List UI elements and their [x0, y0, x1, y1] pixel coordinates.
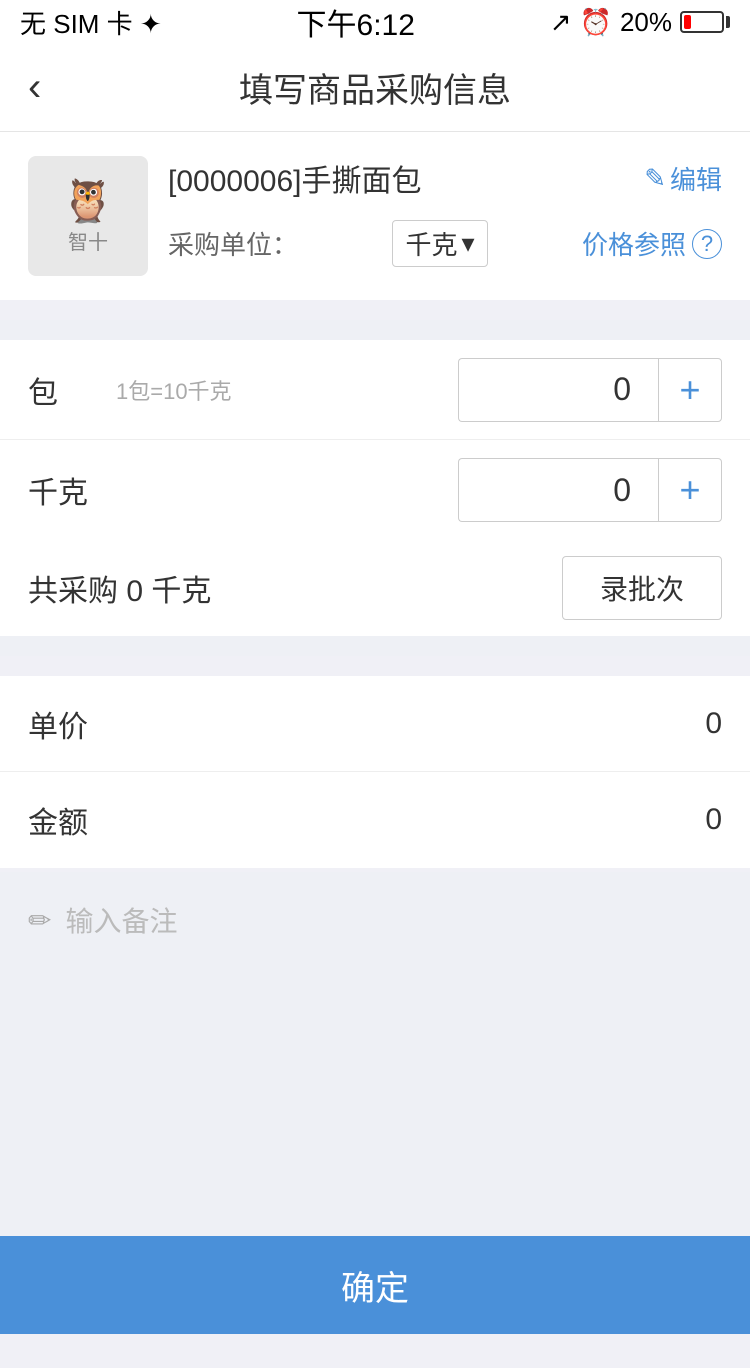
section-divider-1 [0, 320, 750, 340]
product-image: 🦉 智十 [28, 156, 148, 276]
info-section: 单价 0 金额 0 [0, 676, 750, 868]
kg-label: 千克 [28, 468, 108, 512]
status-right: ↗ ⏰ 20% [550, 7, 730, 38]
kg-plus-button[interactable]: + [658, 458, 722, 522]
unit-price-label: 单价 [28, 702, 88, 746]
status-time: 下午6:12 [297, 0, 415, 44]
status-left: 无 SIM 卡 ✦ [20, 4, 162, 41]
total-text: 共采购 0 千克 [28, 566, 211, 610]
product-name-row: [0000006]手撕面包 ✎ 编辑 [168, 156, 722, 200]
product-info: [0000006]手撕面包 ✎ 编辑 采购单位： 千克 ▾ 价格参照 ? [168, 156, 722, 267]
empty-space [0, 968, 750, 1268]
product-logo-icon: 🦉 [62, 177, 114, 226]
bag-sublabel: 1包=10千克 [116, 374, 458, 406]
amount-label: 金额 [28, 798, 88, 842]
amount-row: 金额 0 [0, 772, 750, 868]
confirm-label: 确定 [341, 1261, 409, 1310]
bag-plus-button[interactable]: + [658, 358, 722, 422]
purchase-unit-row: 采购单位： 千克 ▾ 价格参照 ? [168, 220, 722, 267]
remark-section[interactable]: ✏ 输入备注 [0, 872, 750, 968]
edit-button[interactable]: ✎ 编辑 [644, 160, 722, 197]
back-button[interactable]: ‹ [28, 65, 41, 110]
battery-icon [680, 11, 730, 33]
edit-label: 编辑 [670, 160, 722, 197]
edit-icon: ✎ [644, 163, 666, 194]
bag-input-row: 包 1包=10千克 + [0, 340, 750, 440]
price-ref-help-icon: ? [692, 229, 722, 259]
bag-label: 包 [28, 368, 108, 412]
bag-input-wrap: + [458, 358, 722, 422]
unit-price-row: 单价 0 [0, 676, 750, 772]
total-row: 共采购 0 千克 录批次 [0, 540, 750, 636]
unit-select[interactable]: 千克 ▾ [392, 220, 487, 267]
kg-input-row: 千克 + [0, 440, 750, 540]
kg-input-wrap: + [458, 458, 722, 522]
status-bar: 无 SIM 卡 ✦ 下午6:12 ↗ ⏰ 20% [0, 0, 750, 44]
location-icon: ↗ [550, 7, 572, 38]
section-divider-2 [0, 636, 750, 656]
battery-percent: 20% [620, 7, 672, 38]
pencil-icon: ✏ [28, 904, 51, 937]
amount-value: 0 [705, 803, 722, 837]
dropdown-arrow-icon: ▾ [461, 228, 474, 259]
unit-label: 采购单位： [168, 225, 298, 262]
alarm-icon: ⏰ [580, 7, 612, 38]
input-section: 包 1包=10千克 + 千克 + [0, 340, 750, 540]
product-name: [0000006]手撕面包 [168, 156, 421, 200]
batch-button[interactable]: 录批次 [562, 556, 722, 620]
brand-label: 智十 [68, 226, 108, 255]
remark-placeholder: 输入备注 [65, 900, 177, 940]
unit-value: 千克 [405, 225, 457, 262]
price-ref-button[interactable]: 价格参照 ? [582, 225, 722, 262]
product-card: 🦉 智十 [0000006]手撕面包 ✎ 编辑 采购单位： 千克 ▾ 价格参照 [0, 132, 750, 300]
sim-status: 无 SIM 卡 ✦ [20, 4, 162, 41]
page-title: 填写商品采购信息 [239, 63, 511, 112]
bag-quantity-input[interactable] [458, 358, 658, 422]
kg-quantity-input[interactable] [458, 458, 658, 522]
price-ref-label: 价格参照 [582, 225, 686, 262]
unit-price-value: 0 [705, 707, 722, 741]
nav-bar: ‹ 填写商品采购信息 [0, 44, 750, 132]
confirm-button[interactable]: 确定 [0, 1236, 750, 1334]
